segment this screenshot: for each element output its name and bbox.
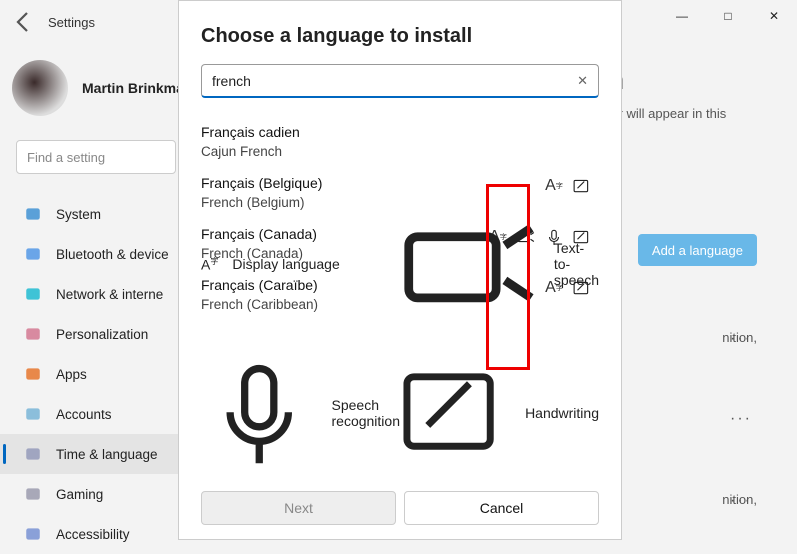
sidebar-item-label: System: [56, 207, 101, 222]
language-native-name: Français cadien: [201, 124, 599, 140]
sidebar-icon: [24, 365, 42, 383]
close-window-button[interactable]: ✕: [751, 0, 797, 32]
sidebar-icon: [24, 205, 42, 223]
sidebar-item-gaming[interactable]: Gaming: [0, 474, 178, 514]
dialog-title: Choose a language to install: [179, 1, 621, 64]
handwriting-icon: [400, 356, 511, 470]
feature-legend: A字 Display language Text-to-speech Speech…: [179, 181, 621, 485]
install-language-dialog: Choose a language to install ✕ Français …: [178, 0, 622, 540]
legend-label: Display language: [232, 256, 339, 272]
speech-icon: [201, 354, 318, 474]
display-language-icon: A字: [201, 256, 218, 273]
add-language-button[interactable]: Add a language: [638, 234, 757, 266]
page-heading: n: [607, 64, 787, 96]
back-button[interactable]: [12, 10, 36, 34]
next-button[interactable]: Next: [201, 491, 396, 525]
sidebar-icon: [24, 285, 42, 303]
page-description: rer will appear in this: [607, 106, 787, 121]
maximize-button[interactable]: □: [705, 0, 751, 32]
sidebar-item-label: Accessibility: [56, 527, 130, 542]
minimize-button[interactable]: —: [659, 0, 705, 32]
more-button[interactable]: ···: [730, 492, 752, 510]
sidebar-icon: [24, 405, 42, 423]
sidebar-icon: [24, 445, 42, 463]
language-option[interactable]: Français cadien Cajun French: [179, 116, 621, 167]
legend-label: Speech recognition: [332, 397, 401, 429]
sidebar-item-label: Time & language: [56, 447, 158, 462]
sidebar-icon: [24, 525, 42, 543]
settings-header: Settings: [12, 10, 95, 34]
sidebar-item-label: Gaming: [56, 487, 103, 502]
language-search-input[interactable]: ✕: [201, 64, 599, 98]
avatar: [12, 60, 68, 116]
cancel-button[interactable]: Cancel: [404, 491, 599, 525]
more-button[interactable]: ···: [730, 410, 752, 428]
find-setting-input[interactable]: Find a setting: [16, 140, 176, 174]
sidebar-item-apps[interactable]: Apps: [0, 354, 178, 394]
sidebar-icon: [24, 245, 42, 263]
profile-name: Martin Brinkma: [82, 80, 184, 96]
language-english-name: Cajun French: [201, 144, 599, 159]
more-button[interactable]: ···: [730, 330, 752, 348]
sidebar-icon: [24, 325, 42, 343]
sidebar-item-label: Apps: [56, 367, 87, 382]
sidebar-item-label: Accounts: [56, 407, 112, 422]
page-content: n rer will appear in this: [607, 64, 787, 121]
sidebar-item-accounts[interactable]: Accounts: [0, 394, 178, 434]
sidebar-icon: [24, 485, 42, 503]
sidebar-item-accessibility[interactable]: Accessibility: [0, 514, 178, 554]
sidebar-item-network[interactable]: Network & interne: [0, 274, 178, 314]
legend-label: Handwriting: [525, 405, 599, 421]
app-title: Settings: [48, 15, 95, 30]
tts-icon: [400, 193, 540, 336]
sidebar-item-label: Personalization: [56, 327, 148, 342]
clear-search-icon[interactable]: ✕: [577, 73, 588, 89]
sidebar: System Bluetooth & device Network & intern…: [0, 194, 178, 554]
language-search-field[interactable]: [212, 73, 577, 89]
sidebar-item-label: Network & interne: [56, 287, 163, 302]
search-placeholder: Find a setting: [27, 150, 105, 165]
sidebar-item-time[interactable]: Time & language: [0, 434, 178, 474]
sidebar-item-label: Bluetooth & device: [56, 247, 169, 262]
sidebar-item-personalization[interactable]: Personalization: [0, 314, 178, 354]
sidebar-item-system[interactable]: System: [0, 194, 178, 234]
legend-label: Text-to-speech: [554, 240, 599, 288]
profile-block: Martin Brinkma: [12, 60, 184, 116]
sidebar-item-bluetooth[interactable]: Bluetooth & device: [0, 234, 178, 274]
